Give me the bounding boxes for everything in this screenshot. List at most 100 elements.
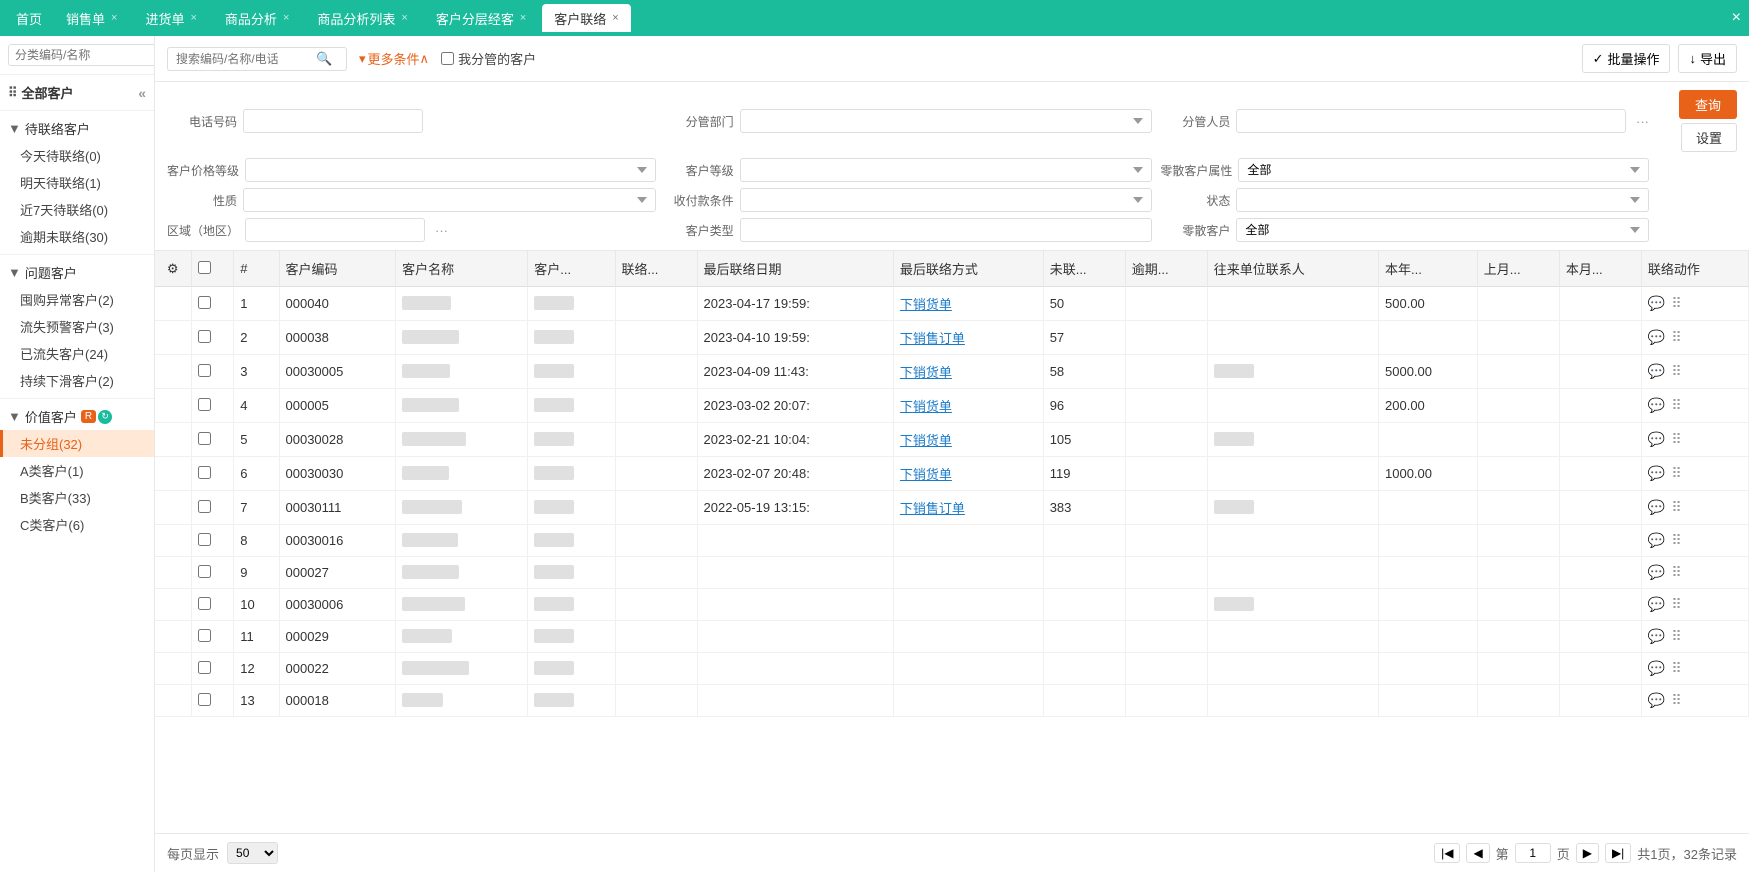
- chat-icon[interactable]: 💬: [1648, 660, 1665, 677]
- close-customer-segment-tab[interactable]: ×: [520, 12, 526, 24]
- grid-action-icon[interactable]: ⠿: [1671, 628, 1681, 645]
- chat-icon[interactable]: 💬: [1648, 596, 1665, 613]
- status-select[interactable]: [1236, 188, 1649, 212]
- chat-icon[interactable]: 💬: [1648, 564, 1665, 581]
- sidebar-item-ungroup[interactable]: 未分组(32): [0, 430, 154, 457]
- sidebar-item-today-pending[interactable]: 今天待联络(0): [0, 142, 154, 169]
- nature-select[interactable]: [243, 188, 656, 212]
- prev-page-btn[interactable]: ◀: [1466, 843, 1489, 863]
- tab-product-analysis[interactable]: 商品分析 ×: [213, 4, 301, 32]
- last-page-btn[interactable]: ▶|: [1605, 843, 1631, 863]
- contact-way-link[interactable]: 下销货单: [900, 467, 952, 482]
- chat-icon[interactable]: 💬: [1648, 628, 1665, 645]
- contact-way-link[interactable]: 下销售订单: [900, 331, 965, 346]
- chat-icon[interactable]: 💬: [1648, 692, 1665, 709]
- grid-action-icon[interactable]: ⠿: [1671, 660, 1681, 677]
- row-checkbox[interactable]: [198, 364, 211, 377]
- grid-action-icon[interactable]: ⠿: [1671, 397, 1681, 414]
- filter-more-btn[interactable]: ▾ 更多条件 ∧: [359, 49, 429, 68]
- sidebar-item-declining[interactable]: 持续下滑客户(2): [0, 367, 154, 394]
- row-checkbox[interactable]: [198, 597, 211, 610]
- chat-icon[interactable]: 💬: [1648, 363, 1665, 380]
- phone-input[interactable]: [243, 109, 423, 133]
- region-more-icon[interactable]: ···: [435, 223, 448, 238]
- row-checkbox[interactable]: [198, 330, 211, 343]
- row-checkbox[interactable]: [198, 693, 211, 706]
- chat-icon[interactable]: 💬: [1648, 329, 1665, 346]
- grid-action-icon[interactable]: ⠿: [1671, 499, 1681, 516]
- customer-type-input[interactable]: [740, 218, 1153, 242]
- row-checkbox[interactable]: [198, 661, 211, 674]
- filter-my-customers[interactable]: 我分管的客户: [441, 49, 536, 68]
- row-checkbox[interactable]: [198, 296, 211, 309]
- payment-select[interactable]: [740, 188, 1153, 212]
- row-checkbox[interactable]: [198, 533, 211, 546]
- sidebar-item-7day-pending[interactable]: 近7天待联络(0): [0, 196, 154, 223]
- grid-action-icon[interactable]: ⠿: [1671, 431, 1681, 448]
- sidebar-item-churned[interactable]: 已流失客户(24): [0, 340, 154, 367]
- region-input[interactable]: [245, 218, 425, 242]
- grid-action-icon[interactable]: ⠿: [1671, 692, 1681, 709]
- filter-search-icon[interactable]: 🔍: [316, 51, 332, 67]
- row-checkbox[interactable]: [198, 565, 211, 578]
- sidebar-item-hoard-abnormal[interactable]: 囤购异常客户(2): [0, 286, 154, 313]
- col-settings[interactable]: ⚙: [155, 251, 191, 287]
- close-purchase-tab[interactable]: ×: [190, 12, 196, 24]
- chat-icon[interactable]: 💬: [1648, 532, 1665, 549]
- retail-attr-select[interactable]: 全部: [1238, 158, 1649, 182]
- close-product-analysis-list-tab[interactable]: ×: [401, 12, 407, 24]
- contact-way-link[interactable]: 下销货单: [900, 433, 952, 448]
- contact-way-link[interactable]: 下销货单: [900, 399, 952, 414]
- first-page-btn[interactable]: |◀: [1434, 843, 1460, 863]
- group-value-customers[interactable]: ▼ 价值客户 R ↻: [0, 403, 154, 430]
- sidebar-item-class-c[interactable]: C类客户(6): [0, 511, 154, 538]
- grid-action-icon[interactable]: ⠿: [1671, 329, 1681, 346]
- tab-purchase[interactable]: 进货单 ×: [133, 4, 208, 32]
- filter-search-input[interactable]: [176, 52, 316, 66]
- row-checkbox[interactable]: [198, 398, 211, 411]
- sidebar-item-class-a[interactable]: A类客户(1): [0, 457, 154, 484]
- row-checkbox[interactable]: [198, 629, 211, 642]
- tab-customer-contact[interactable]: 客户联络 ×: [542, 4, 630, 32]
- refresh-icon[interactable]: ↻: [98, 410, 112, 424]
- person-input[interactable]: [1236, 109, 1626, 133]
- export-btn[interactable]: ↓ 导出: [1678, 44, 1737, 73]
- close-customer-contact-tab[interactable]: ×: [612, 12, 618, 24]
- close-product-analysis-tab[interactable]: ×: [283, 12, 289, 24]
- contact-way-link[interactable]: 下销货单: [900, 365, 952, 380]
- my-customers-checkbox[interactable]: [441, 52, 454, 65]
- person-more-icon[interactable]: ···: [1636, 114, 1649, 129]
- chat-icon[interactable]: 💬: [1648, 295, 1665, 312]
- query-btn[interactable]: 查询: [1679, 90, 1737, 119]
- grid-action-icon[interactable]: ⠿: [1671, 596, 1681, 613]
- row-checkbox[interactable]: [198, 500, 211, 513]
- batch-operations-btn[interactable]: ✓ 批量操作: [1582, 44, 1671, 73]
- grid-action-icon[interactable]: ⠿: [1671, 532, 1681, 549]
- chat-icon[interactable]: 💬: [1648, 499, 1665, 516]
- dept-select[interactable]: [740, 109, 1153, 133]
- page-input[interactable]: [1515, 843, 1551, 863]
- select-all-checkbox[interactable]: [198, 261, 211, 274]
- sidebar-item-overdue-pending[interactable]: 逾期未联络(30): [0, 223, 154, 250]
- retail-customer-select[interactable]: 全部: [1236, 218, 1649, 242]
- sidebar-item-tomorrow-pending[interactable]: 明天待联络(1): [0, 169, 154, 196]
- grid-action-icon[interactable]: ⠿: [1671, 363, 1681, 380]
- tab-home[interactable]: 首页: [8, 4, 50, 32]
- contact-way-link[interactable]: 下销货单: [900, 297, 952, 312]
- grid-action-icon[interactable]: ⠿: [1671, 295, 1681, 312]
- grid-action-icon[interactable]: ⠿: [1671, 465, 1681, 482]
- price-level-select[interactable]: [245, 158, 656, 182]
- sidebar-collapse-btn[interactable]: «: [138, 85, 146, 101]
- grid-action-icon[interactable]: ⠿: [1671, 564, 1681, 581]
- page-size-select[interactable]: 50 20 100 200: [227, 842, 278, 864]
- reset-btn[interactable]: 设置: [1681, 123, 1737, 152]
- sidebar-item-class-b[interactable]: B类客户(33): [0, 484, 154, 511]
- row-checkbox[interactable]: [198, 466, 211, 479]
- close-all-tabs[interactable]: ×: [1732, 9, 1741, 27]
- chat-icon[interactable]: 💬: [1648, 431, 1665, 448]
- tab-customer-segment[interactable]: 客户分层经客 ×: [424, 4, 538, 32]
- next-page-btn[interactable]: ▶: [1576, 843, 1599, 863]
- tab-product-analysis-list[interactable]: 商品分析列表 ×: [305, 4, 419, 32]
- row-checkbox[interactable]: [198, 432, 211, 445]
- sidebar-search-input[interactable]: [8, 44, 155, 66]
